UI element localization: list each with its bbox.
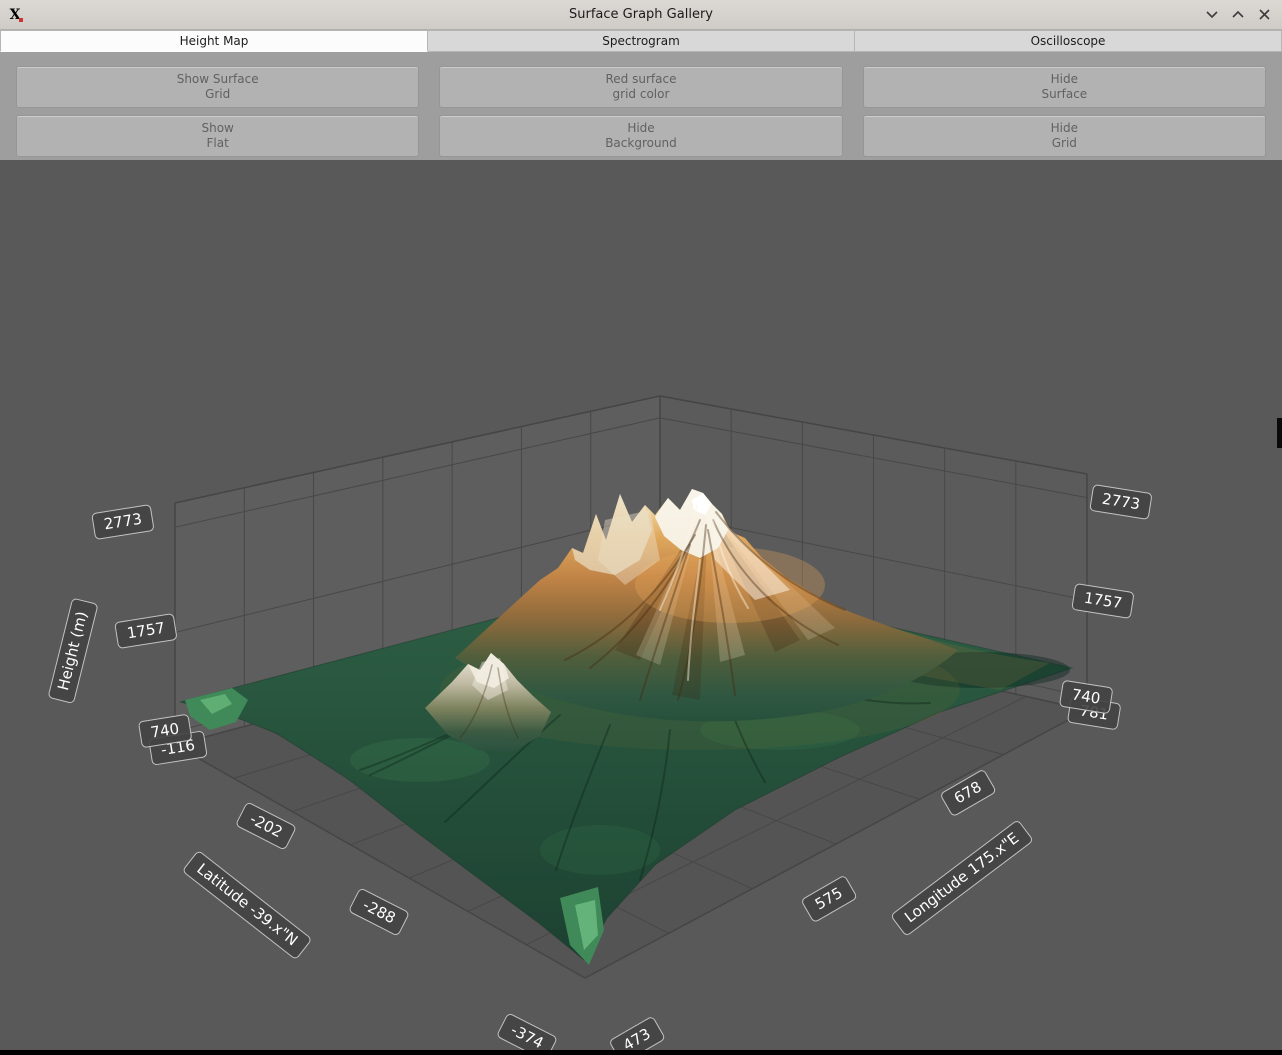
button-label: Hide xyxy=(1051,72,1078,87)
hide-background-button[interactable]: Hide Background xyxy=(439,115,842,157)
button-label: Hide xyxy=(1051,121,1078,136)
window-maximize-button[interactable] xyxy=(1229,6,1247,24)
show-flat-button[interactable]: Show Flat xyxy=(16,115,419,157)
surface-plot-viewport[interactable]: Height (m) -116 2773 1757 740 781 2773 1… xyxy=(0,160,1282,1055)
button-label: Red surface xyxy=(606,72,677,87)
app-icon-glyph: X xyxy=(10,8,21,22)
tab-oscilloscope[interactable]: Oscilloscope xyxy=(855,30,1282,52)
button-label: Background xyxy=(605,136,677,151)
button-label: Grid xyxy=(205,87,230,102)
tab-bar: Height Map Spectrogram Oscilloscope xyxy=(0,30,1282,52)
titlebar: X Surface Graph Gallery xyxy=(0,0,1282,30)
button-label: Hide xyxy=(627,121,654,136)
button-label: Surface xyxy=(1041,87,1087,102)
close-icon xyxy=(1259,9,1270,20)
button-label: grid color xyxy=(613,87,670,102)
app-icon[interactable]: X xyxy=(7,7,23,23)
button-label: Grid xyxy=(1052,136,1077,151)
app-window: X Surface Graph Gallery Height Map Spect… xyxy=(0,0,1282,1055)
window-title: Surface Graph Gallery xyxy=(0,7,1282,22)
button-label: Show Surface xyxy=(177,72,259,87)
toolbar: Show Surface Grid Red surface grid color… xyxy=(0,52,1282,157)
window-close-button[interactable] xyxy=(1255,6,1273,24)
hide-surface-button[interactable]: Hide Surface xyxy=(863,66,1266,108)
red-surface-grid-color-button[interactable]: Red surface grid color xyxy=(439,66,842,108)
window-shade-button[interactable] xyxy=(1203,6,1221,24)
screen-edge-bottom xyxy=(0,1050,1282,1055)
screen-edge-right xyxy=(1277,418,1282,448)
window-controls xyxy=(1203,6,1282,24)
show-surface-grid-button[interactable]: Show Surface Grid xyxy=(16,66,419,108)
tab-height-map[interactable]: Height Map xyxy=(0,30,428,52)
button-label: Show xyxy=(201,121,233,136)
tab-spectrogram[interactable]: Spectrogram xyxy=(428,30,855,52)
chevron-up-icon xyxy=(1232,9,1244,20)
button-label: Flat xyxy=(207,136,229,151)
chevron-down-icon xyxy=(1206,9,1218,20)
hide-grid-button[interactable]: Hide Grid xyxy=(863,115,1266,157)
